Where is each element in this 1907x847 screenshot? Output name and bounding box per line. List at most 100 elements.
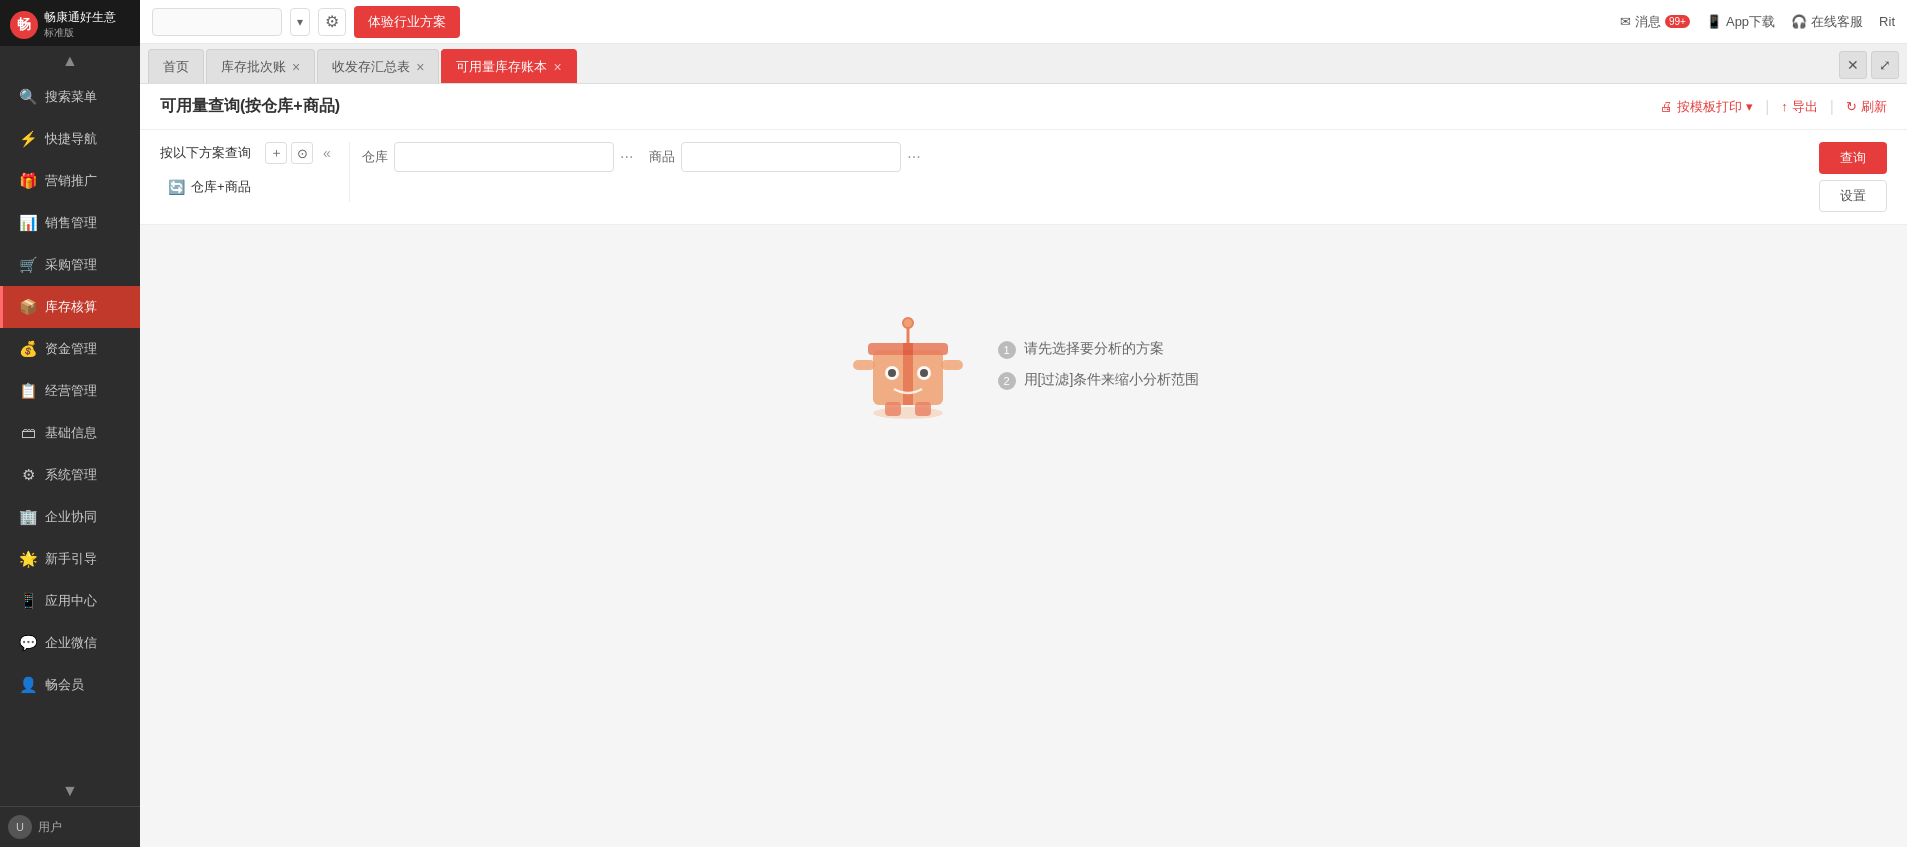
sidebar-item-member-label: 畅会员 bbox=[45, 676, 84, 694]
scheme-collapse-button[interactable]: « bbox=[317, 143, 337, 163]
svg-rect-12 bbox=[941, 360, 963, 370]
sidebar: 畅 畅康通好生意 标准版 ▲ 🔍 搜索菜单 ⚡ 快捷导航 🎁 营销推广 📊 销售… bbox=[0, 0, 140, 847]
query-fields: 仓库 ··· 商品 ··· bbox=[362, 142, 1795, 172]
tab-receipt-summary-label: 收发存汇总表 bbox=[332, 58, 410, 76]
tab-receipt-summary-close[interactable]: × bbox=[416, 60, 424, 74]
topbar-actions: ✉ 消息 99+ 📱 App下载 🎧 在线客服 Rit bbox=[1620, 13, 1895, 31]
tab-available-ledger[interactable]: 可用量库存账本 × bbox=[441, 49, 576, 83]
topbar-search-input[interactable] bbox=[152, 8, 282, 36]
product-field: 商品 ··· bbox=[649, 142, 920, 172]
refresh-icon: ↻ bbox=[1846, 99, 1857, 114]
sidebar-item-finance[interactable]: 💰 资金管理 bbox=[0, 328, 140, 370]
gift-icon: 🎁 bbox=[19, 172, 37, 190]
tab-receipt-summary[interactable]: 收发存汇总表 × bbox=[317, 49, 439, 83]
svg-rect-4 bbox=[903, 350, 913, 405]
warehouse-input[interactable] bbox=[394, 142, 614, 172]
sidebar-item-operations[interactable]: 📋 经营管理 bbox=[0, 370, 140, 412]
tab-maximize-button[interactable]: ⤢ bbox=[1871, 51, 1899, 79]
sidebar-item-weixin[interactable]: 💬 企业微信 bbox=[0, 622, 140, 664]
query-actions: 查询 设置 bbox=[1807, 142, 1887, 212]
solution-button[interactable]: 体验行业方案 bbox=[354, 6, 460, 38]
sidebar-nav: 🔍 搜索菜单 ⚡ 快捷导航 🎁 营销推广 📊 销售管理 🛒 采购管理 📦 库存核… bbox=[0, 76, 140, 776]
export-button[interactable]: ↑ 导出 bbox=[1781, 98, 1818, 116]
sidebar-scroll-down[interactable]: ▼ bbox=[0, 776, 140, 806]
tab-available-ledger-label: 可用量库存账本 bbox=[456, 58, 547, 76]
sidebar-item-basic[interactable]: 🗃 基础信息 bbox=[0, 412, 140, 454]
refresh-label: 刷新 bbox=[1861, 98, 1887, 116]
app-download-label: App下载 bbox=[1726, 13, 1775, 31]
scheme-warehouse-product[interactable]: 🔄 仓库+商品 bbox=[160, 172, 337, 202]
tab-home[interactable]: 首页 bbox=[148, 49, 204, 83]
topbar-dropdown-button[interactable]: ▾ bbox=[290, 8, 310, 36]
sidebar-item-appcenter[interactable]: 📱 应用中心 bbox=[0, 580, 140, 622]
tab-batch-account-label: 库存批次账 bbox=[221, 58, 286, 76]
sidebar-item-operations-label: 经营管理 bbox=[45, 382, 97, 400]
product-input[interactable] bbox=[681, 142, 901, 172]
logo-icon: 畅 bbox=[10, 11, 38, 39]
sidebar-item-basic-label: 基础信息 bbox=[45, 424, 97, 442]
warehouse-label: 仓库 bbox=[362, 148, 388, 166]
sidebar-item-finance-label: 资金管理 bbox=[45, 340, 97, 358]
app-logo: 畅 畅康通好生意 标准版 bbox=[0, 0, 140, 46]
svg-rect-11 bbox=[853, 360, 875, 370]
sidebar-item-marketing[interactable]: 🎁 营销推广 bbox=[0, 160, 140, 202]
sidebar-item-system-label: 系统管理 bbox=[45, 466, 97, 484]
settings-button[interactable]: 设置 bbox=[1819, 180, 1887, 212]
svg-rect-14 bbox=[915, 402, 931, 416]
sidebar-item-sales[interactable]: 📊 销售管理 bbox=[0, 202, 140, 244]
sidebar-user-name: 用户 bbox=[38, 819, 62, 836]
export-icon: ↑ bbox=[1781, 99, 1788, 114]
topbar-settings-icon[interactable]: ⚙ bbox=[318, 8, 346, 36]
sidebar-item-inventory-label: 库存核算 bbox=[45, 298, 97, 316]
tab-close-all-button[interactable]: ✕ bbox=[1839, 51, 1867, 79]
tab-batch-account[interactable]: 库存批次账 × bbox=[206, 49, 315, 83]
sidebar-item-appcenter-label: 应用中心 bbox=[45, 592, 97, 610]
svg-point-0 bbox=[873, 407, 943, 419]
sidebar-item-member[interactable]: 👤 畅会员 bbox=[0, 664, 140, 706]
page-title: 可用量查询(按仓库+商品) bbox=[160, 96, 340, 117]
empty-illustration bbox=[848, 305, 968, 425]
query-scheme-panel: 按以下方案查询 ＋ ⊙ « 🔄 仓库+商品 bbox=[160, 142, 350, 202]
app-download-action[interactable]: 📱 App下载 bbox=[1706, 13, 1775, 31]
star-icon: 🌟 bbox=[19, 550, 37, 568]
clipboard-icon: 📋 bbox=[19, 382, 37, 400]
tab-batch-account-close[interactable]: × bbox=[292, 60, 300, 74]
headset-icon: 🎧 bbox=[1791, 14, 1807, 29]
print-button[interactable]: 🖨 按模板打印 ▾ bbox=[1660, 98, 1753, 116]
sidebar-item-enterprise[interactable]: 🏢 企业协同 bbox=[0, 496, 140, 538]
sidebar-item-search-label: 搜索菜单 bbox=[45, 88, 97, 106]
scheme-add-button[interactable]: ＋ bbox=[265, 142, 287, 164]
separator2: | bbox=[1830, 98, 1834, 116]
sidebar-scroll-up[interactable]: ▲ bbox=[0, 46, 140, 76]
sidebar-item-shortcut-label: 快捷导航 bbox=[45, 130, 97, 148]
scheme-settings-button[interactable]: ⊙ bbox=[291, 142, 313, 164]
sidebar-item-inventory[interactable]: 📦 库存核算 bbox=[0, 286, 140, 328]
sidebar-item-newbie[interactable]: 🌟 新手引导 bbox=[0, 538, 140, 580]
sidebar-item-purchase[interactable]: 🛒 采购管理 bbox=[0, 244, 140, 286]
refresh-button[interactable]: ↻ 刷新 bbox=[1846, 98, 1887, 116]
empty-tip-2: 2 用[过滤]条件来缩小分析范围 bbox=[998, 371, 1200, 390]
page-content: 可用量查询(按仓库+商品) 🖨 按模板打印 ▾ | ↑ 导出 | ↻ 刷新 bbox=[140, 84, 1907, 847]
app-version: 标准版 bbox=[44, 26, 116, 40]
separator1: | bbox=[1765, 98, 1769, 116]
page-header-actions: 🖨 按模板打印 ▾ | ↑ 导出 | ↻ 刷新 bbox=[1660, 98, 1887, 116]
sidebar-item-newbie-label: 新手引导 bbox=[45, 550, 97, 568]
sidebar-item-system[interactable]: ⚙ 系统管理 bbox=[0, 454, 140, 496]
empty-state: 1 请先选择要分析的方案 2 用[过滤]条件来缩小分析范围 bbox=[140, 225, 1907, 505]
warehouse-more-icon[interactable]: ··· bbox=[620, 148, 633, 166]
online-service-action[interactable]: 🎧 在线客服 bbox=[1791, 13, 1863, 31]
svg-rect-13 bbox=[885, 402, 901, 416]
tip-num-1: 1 bbox=[998, 341, 1016, 359]
message-action[interactable]: ✉ 消息 99+ bbox=[1620, 13, 1690, 31]
query-area: 按以下方案查询 ＋ ⊙ « 🔄 仓库+商品 仓库 bbox=[140, 130, 1907, 225]
empty-tips: 1 请先选择要分析的方案 2 用[过滤]条件来缩小分析范围 bbox=[998, 340, 1200, 390]
tab-available-ledger-close[interactable]: × bbox=[553, 60, 561, 74]
sidebar-item-enterprise-label: 企业协同 bbox=[45, 508, 97, 526]
sidebar-item-weixin-label: 企业微信 bbox=[45, 634, 97, 652]
sidebar-user-bottom[interactable]: U 用户 bbox=[0, 806, 140, 847]
query-button[interactable]: 查询 bbox=[1819, 142, 1887, 174]
sidebar-item-shortcut[interactable]: ⚡ 快捷导航 bbox=[0, 118, 140, 160]
product-more-icon[interactable]: ··· bbox=[907, 148, 920, 166]
sidebar-item-search[interactable]: 🔍 搜索菜单 bbox=[0, 76, 140, 118]
topbar-user[interactable]: Rit bbox=[1879, 14, 1895, 29]
